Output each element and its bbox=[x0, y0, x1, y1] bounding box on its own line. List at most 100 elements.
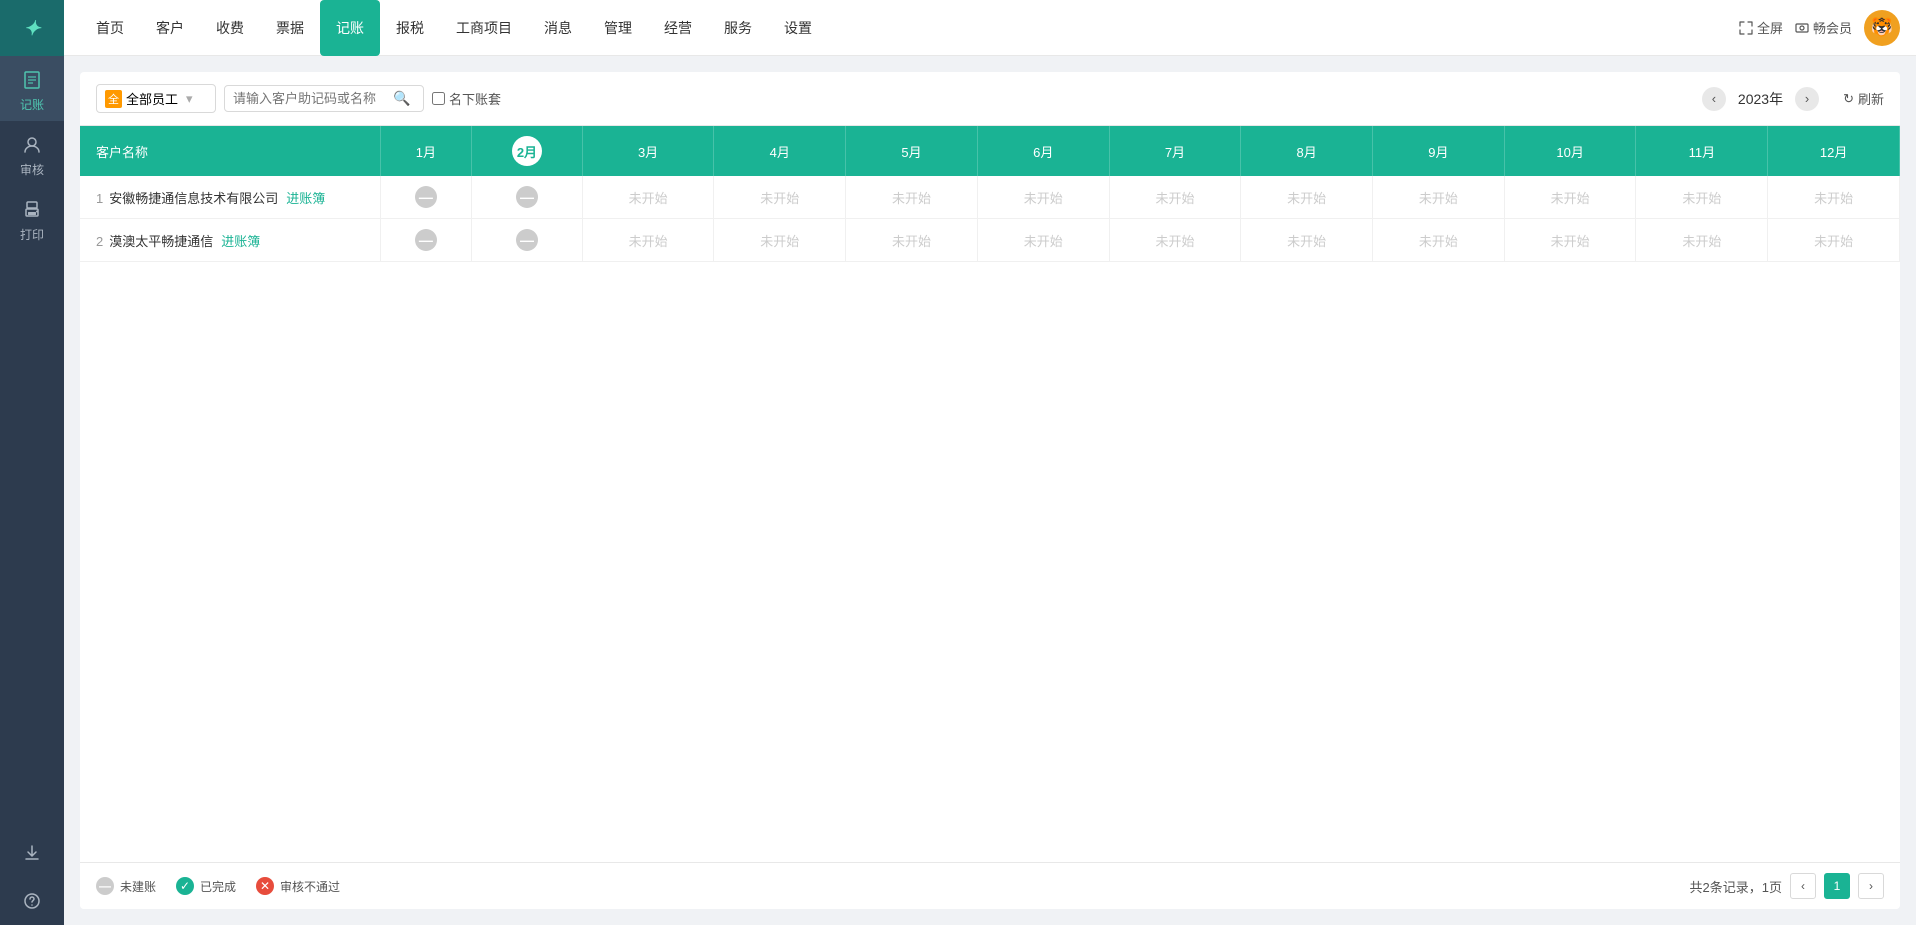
not-started-label: 未开始 bbox=[1551, 191, 1590, 206]
employee-select[interactable]: 全 全部员工 ▾ bbox=[96, 84, 216, 113]
row-1-month-11: 未开始 bbox=[1636, 176, 1768, 219]
vip-button[interactable]: 畅会员 bbox=[1795, 18, 1852, 37]
refresh-button[interactable]: ↻ 刷新 bbox=[1843, 89, 1884, 108]
row-2-month-12: 未开始 bbox=[1768, 219, 1900, 262]
not-started-label: 未开始 bbox=[1814, 234, 1853, 249]
dropdown-arrow-icon: ▾ bbox=[186, 91, 193, 107]
next-year-button[interactable]: › bbox=[1795, 87, 1819, 111]
prev-page-button[interactable]: ‹ bbox=[1790, 873, 1816, 899]
page-card: 全 全部员工 ▾ 🔍 名下账套 ‹ 2023年 › bbox=[80, 72, 1900, 909]
next-page-button[interactable]: › bbox=[1858, 873, 1884, 899]
nav-items: 首页 客户 收费 票据 记账 报税 工商项目 消息 管理 经营 服务 设置 bbox=[80, 0, 1739, 56]
nav-operation[interactable]: 经营 bbox=[648, 0, 708, 56]
dash-status-icon[interactable]: — bbox=[516, 229, 538, 251]
page-1-button[interactable]: 1 bbox=[1824, 873, 1850, 899]
col-m12: 12月 bbox=[1768, 126, 1900, 176]
not-started-label: 未开始 bbox=[760, 191, 799, 206]
col-name: 客户名称 bbox=[80, 126, 380, 176]
col-m9: 9月 bbox=[1373, 126, 1505, 176]
nav-right: 全屏 畅会员 🐯 bbox=[1739, 10, 1900, 46]
nav-business[interactable]: 工商项目 bbox=[440, 0, 528, 56]
download-icon bbox=[20, 841, 44, 865]
legend-grey-icon: — bbox=[99, 879, 111, 893]
legend-red-icon: ✕ bbox=[260, 879, 270, 893]
row-2-month-2[interactable]: — bbox=[472, 219, 583, 262]
enter-ledger-link[interactable]: 进账簿 bbox=[286, 191, 325, 206]
not-started-label: 未开始 bbox=[1419, 191, 1458, 206]
col-m4: 4月 bbox=[714, 126, 846, 176]
content-area: 全 全部员工 ▾ 🔍 名下账套 ‹ 2023年 › bbox=[64, 56, 1916, 925]
not-started-label: 未开始 bbox=[1419, 234, 1458, 249]
col-m7: 7月 bbox=[1109, 126, 1241, 176]
legend-not-built: — 未建账 bbox=[96, 877, 156, 895]
nav-invoice[interactable]: 票据 bbox=[260, 0, 320, 56]
row-2-month-6: 未开始 bbox=[977, 219, 1109, 262]
nav-ledger[interactable]: 记账 bbox=[320, 0, 380, 56]
enter-ledger-link[interactable]: 进账簿 bbox=[221, 234, 260, 249]
dash-status-icon[interactable]: — bbox=[415, 186, 437, 208]
col-m8: 8月 bbox=[1241, 126, 1373, 176]
checkbox-label: 名下账套 bbox=[449, 89, 501, 108]
account-set-checkbox[interactable]: 名下账套 bbox=[432, 89, 501, 108]
sidebar-item-print[interactable]: 打印 bbox=[0, 186, 64, 251]
refresh-label: 刷新 bbox=[1858, 89, 1884, 108]
row-2-month-8: 未开始 bbox=[1241, 219, 1373, 262]
not-started-label: 未开始 bbox=[1682, 191, 1721, 206]
row-1-month-3: 未开始 bbox=[582, 176, 714, 219]
sidebar-logo: ✦ bbox=[0, 0, 64, 56]
row-name-cell: 1安徽畅捷通信息技术有限公司进账簿 bbox=[80, 176, 380, 219]
row-1-month-12: 未开始 bbox=[1768, 176, 1900, 219]
sidebar-item-ledger[interactable]: 记账 bbox=[0, 56, 64, 121]
row-2-month-4: 未开始 bbox=[714, 219, 846, 262]
search-icon[interactable]: 🔍 bbox=[393, 90, 410, 107]
not-started-label: 未开始 bbox=[1682, 234, 1721, 249]
prev-year-button[interactable]: ‹ bbox=[1702, 87, 1726, 111]
table-row: 1安徽畅捷通信息技术有限公司进账簿 — — 未开始 未开始 未开始 未开始 未开始 未开始 未开始… bbox=[80, 176, 1900, 219]
sidebar-item-support[interactable] bbox=[0, 877, 64, 925]
row-2-month-7: 未开始 bbox=[1109, 219, 1241, 262]
nav-tax[interactable]: 报税 bbox=[380, 0, 440, 56]
legend-not-built-label: 未建账 bbox=[120, 878, 156, 895]
nav-customer[interactable]: 客户 bbox=[140, 0, 200, 56]
row-index: 2 bbox=[96, 234, 103, 249]
row-2-month-1[interactable]: — bbox=[380, 219, 472, 262]
legend-teal-dot: ✓ bbox=[176, 877, 194, 895]
sidebar-item-download[interactable] bbox=[0, 829, 64, 877]
support-icon bbox=[20, 889, 44, 913]
sidebar-item-print-label: 打印 bbox=[20, 226, 44, 243]
account-set-check[interactable] bbox=[432, 92, 445, 105]
nav-settings[interactable]: 设置 bbox=[768, 0, 828, 56]
not-started-label: 未开始 bbox=[1024, 191, 1063, 206]
search-wrap: 🔍 bbox=[224, 85, 424, 112]
print-icon bbox=[20, 198, 44, 222]
user-avatar[interactable]: 🐯 bbox=[1864, 10, 1900, 46]
main-area: 首页 客户 收费 票据 记账 报税 工商项目 消息 管理 经营 服务 设置 全屏… bbox=[64, 0, 1916, 925]
nav-message[interactable]: 消息 bbox=[528, 0, 588, 56]
fullscreen-label: 全屏 bbox=[1757, 18, 1783, 37]
nav-service[interactable]: 服务 bbox=[708, 0, 768, 56]
nav-home[interactable]: 首页 bbox=[80, 0, 140, 56]
search-input[interactable] bbox=[233, 91, 393, 106]
sidebar-item-audit[interactable]: 审核 bbox=[0, 121, 64, 186]
fullscreen-button[interactable]: 全屏 bbox=[1739, 18, 1783, 37]
nav-management[interactable]: 管理 bbox=[588, 0, 648, 56]
row-index: 1 bbox=[96, 191, 103, 206]
ledger-table: 客户名称 1月 2月 3月 4月 5月 6月 7月 8月 9月 bbox=[80, 126, 1900, 262]
audit-icon bbox=[20, 133, 44, 157]
dash-status-icon[interactable]: — bbox=[516, 186, 538, 208]
vip-label: 畅会员 bbox=[1813, 18, 1852, 37]
table-row: 2漠澳太平畅捷通信进账簿——未开始未开始未开始未开始未开始未开始未开始未开始未开… bbox=[80, 219, 1900, 262]
sidebar-item-ledger-label: 记账 bbox=[20, 96, 44, 113]
current-month-circle: 2月 bbox=[512, 136, 542, 166]
row-company-name: 漠澳太平畅捷通信 bbox=[109, 234, 213, 249]
row-1-month-2[interactable]: — bbox=[472, 176, 583, 219]
sidebar-bottom bbox=[0, 829, 64, 925]
nav-billing[interactable]: 收费 bbox=[200, 0, 260, 56]
row-1-month-8: 未开始 bbox=[1241, 176, 1373, 219]
table-header-row: 客户名称 1月 2月 3月 4月 5月 6月 7月 8月 9月 bbox=[80, 126, 1900, 176]
not-started-label: 未开始 bbox=[1155, 191, 1194, 206]
col-m5: 5月 bbox=[846, 126, 978, 176]
row-1-month-1[interactable]: — bbox=[380, 176, 472, 219]
refresh-icon: ↻ bbox=[1843, 91, 1854, 107]
dash-status-icon[interactable]: — bbox=[415, 229, 437, 251]
